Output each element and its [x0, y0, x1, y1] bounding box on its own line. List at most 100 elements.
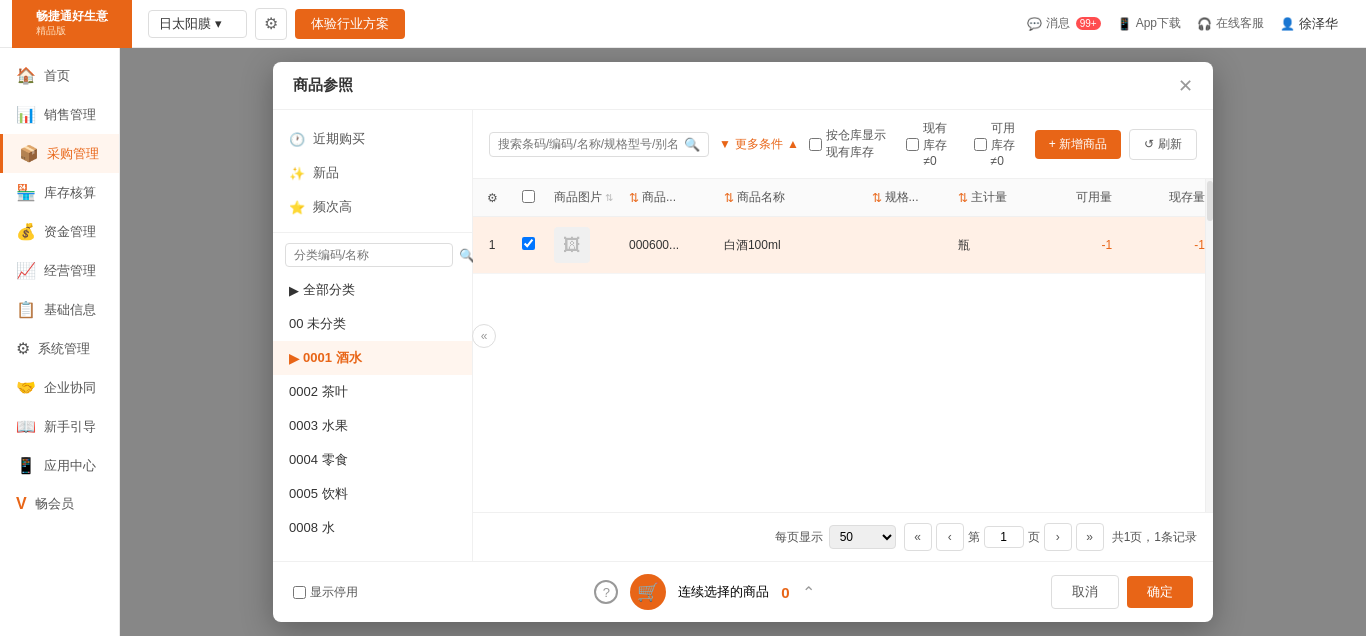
- table-row[interactable]: 1 🖼 000600... 白酒100ml: [473, 217, 1213, 274]
- category-uncategorized[interactable]: 00 未分类: [273, 307, 472, 341]
- pagination-bar: 每页显示 50 10 20 100 « ‹: [473, 512, 1213, 561]
- th-stock-label: 现存量: [1169, 190, 1205, 204]
- sidebar-item-enterprise[interactable]: 🤝 企业协同: [0, 368, 119, 407]
- sidebar-item-sales[interactable]: 📊 销售管理: [0, 95, 119, 134]
- user-icon: 👤: [1280, 17, 1295, 31]
- show-disabled-checkbox[interactable]: [293, 586, 306, 599]
- modal-header: 商品参照 ✕: [273, 62, 1213, 110]
- collapse-panel-button[interactable]: «: [472, 324, 496, 348]
- sidebar-item-finance[interactable]: 💰 资金管理: [0, 212, 119, 251]
- th-checkbox[interactable]: [511, 179, 546, 217]
- category-all[interactable]: ▶ 全部分类: [273, 273, 472, 307]
- sidebar-item-guide[interactable]: 📖 新手引导: [0, 407, 119, 446]
- sidebar-label-sales: 销售管理: [44, 106, 96, 124]
- finance-icon: 💰: [16, 222, 36, 241]
- help-button[interactable]: ?: [594, 580, 618, 604]
- inventory-icon: 🏪: [16, 183, 36, 202]
- sidebar-label-guide: 新手引导: [44, 418, 96, 436]
- filter-checkboxes: 按仓库显示现有库存 现有库存≠0 可用库存≠0: [809, 120, 1025, 168]
- sidebar-item-basic[interactable]: 📋 基础信息: [0, 290, 119, 329]
- logo-text: 畅捷通好生意: [36, 9, 108, 25]
- category-snack[interactable]: 0004 零食: [273, 443, 472, 477]
- category-beverage[interactable]: 0005 饮料: [273, 477, 472, 511]
- avail-nonzero-label: 可用库存≠0: [991, 120, 1025, 168]
- select-all-checkbox[interactable]: [522, 190, 535, 203]
- row-checkbox-cell[interactable]: [511, 217, 546, 274]
- category-liquor[interactable]: ▶ 0001 酒水: [273, 341, 472, 375]
- collapse-footer-button[interactable]: ⌃: [802, 583, 815, 602]
- show-disabled-checkbox-label[interactable]: 显示停用: [293, 584, 358, 601]
- phone-icon: 📱: [1117, 17, 1132, 31]
- warehouse-stock-checkbox[interactable]: [809, 138, 822, 151]
- category-appliance[interactable]: 0010 家电: [273, 545, 472, 553]
- page-unit-label: 页: [1028, 529, 1040, 546]
- th-gear[interactable]: ⚙: [473, 179, 511, 217]
- online-service-button[interactable]: 🎧 在线客服: [1197, 15, 1264, 32]
- trial-button[interactable]: 体验行业方案: [295, 9, 405, 39]
- product-search-box: 🔍: [489, 132, 709, 157]
- confirm-button[interactable]: 确定: [1127, 576, 1193, 608]
- sidebar-label-app-center: 应用中心: [44, 457, 96, 475]
- th-code[interactable]: ⇅ 商品...: [621, 179, 716, 217]
- product-search-input[interactable]: [498, 137, 678, 151]
- th-name[interactable]: ⇅ 商品名称: [716, 179, 864, 217]
- add-product-button[interactable]: + 新增商品: [1035, 130, 1121, 159]
- sidebar-label-inventory: 库存核算: [44, 184, 96, 202]
- filter-button[interactable]: ▼ 更多条件 ▲: [719, 136, 799, 153]
- shortcut-new-label: 新品: [313, 164, 339, 182]
- sidebar-item-system[interactable]: ⚙ 系统管理: [0, 329, 119, 368]
- checkbox-warehouse-stock[interactable]: 按仓库显示现有库存: [809, 127, 891, 161]
- row-stock: -1: [1120, 217, 1213, 274]
- th-unit: ⇅ 主计量: [950, 179, 1028, 217]
- category-fruit[interactable]: 0003 水果: [273, 409, 472, 443]
- page-size-select[interactable]: 50 10 20 100: [829, 525, 896, 549]
- sidebar-item-home[interactable]: 🏠 首页: [0, 56, 119, 95]
- settings-button[interactable]: ⚙: [255, 8, 287, 40]
- th-spec[interactable]: ⇅ 规格...: [864, 179, 950, 217]
- sidebar-item-operation[interactable]: 📈 经营管理: [0, 251, 119, 290]
- sidebar-item-app-center[interactable]: 📱 应用中心: [0, 446, 119, 485]
- sidebar-label-finance: 资金管理: [44, 223, 96, 241]
- checkbox-avail-nonzero[interactable]: 可用库存≠0: [974, 120, 1025, 168]
- sidebar-item-purchase[interactable]: 📦 采购管理: [0, 134, 119, 173]
- cancel-button[interactable]: 取消: [1051, 575, 1119, 609]
- checkbox-stock-nonzero[interactable]: 现有库存≠0: [906, 120, 957, 168]
- app-download-button[interactable]: 📱 App下载: [1117, 15, 1181, 32]
- shortcut-new[interactable]: ✨ 新品: [273, 156, 472, 190]
- recent-icon: 🕐: [289, 132, 305, 147]
- cart-button[interactable]: 🛒: [630, 574, 666, 610]
- stock-nonzero-checkbox[interactable]: [906, 138, 919, 151]
- row-checkbox[interactable]: [522, 237, 535, 250]
- sidebar-label-purchase: 采购管理: [47, 145, 99, 163]
- page-number-input[interactable]: [984, 526, 1024, 548]
- product-search-icon[interactable]: 🔍: [684, 137, 700, 152]
- last-page-button[interactable]: »: [1076, 523, 1104, 551]
- sidebar-label-basic: 基础信息: [44, 301, 96, 319]
- next-page-button[interactable]: ›: [1044, 523, 1072, 551]
- category-panel: 🕐 近期购买 ✨ 新品 ⭐ 频次高: [273, 110, 473, 561]
- refresh-button[interactable]: ↺ 刷新: [1129, 129, 1197, 160]
- avail-nonzero-checkbox[interactable]: [974, 138, 987, 151]
- th-code-sort-icon: ⇅: [629, 191, 639, 205]
- sidebar-item-inventory[interactable]: 🏪 库存核算: [0, 173, 119, 212]
- category-snack-label: 0004 零食: [289, 451, 348, 469]
- sidebar-item-member[interactable]: V 畅会员: [0, 485, 119, 523]
- message-button[interactable]: 💬 消息 99+: [1027, 15, 1101, 32]
- category-search-area: 🔍: [273, 237, 472, 273]
- user-profile[interactable]: 👤 徐泽华: [1280, 15, 1338, 33]
- first-page-button[interactable]: «: [904, 523, 932, 551]
- page-size-label: 每页显示: [775, 529, 823, 546]
- prev-page-button[interactable]: ‹: [936, 523, 964, 551]
- category-water[interactable]: 0008 水: [273, 511, 472, 545]
- store-selector[interactable]: 日太阳膜 ▾: [148, 10, 247, 38]
- stock-value: -1: [1194, 238, 1205, 252]
- modal-close-button[interactable]: ✕: [1178, 77, 1193, 95]
- operation-icon: 📈: [16, 261, 36, 280]
- shortcut-recent[interactable]: 🕐 近期购买: [273, 122, 472, 156]
- category-list: ▶ 全部分类 00 未分类 ▶ 0001 酒水 0002 茶: [273, 273, 472, 553]
- page-navigation: « ‹ 第 页 › »: [904, 523, 1104, 551]
- system-icon: ⚙: [16, 339, 30, 358]
- shortcut-frequent[interactable]: ⭐ 频次高: [273, 190, 472, 224]
- category-tea[interactable]: 0002 茶叶: [273, 375, 472, 409]
- category-search-input[interactable]: [285, 243, 453, 267]
